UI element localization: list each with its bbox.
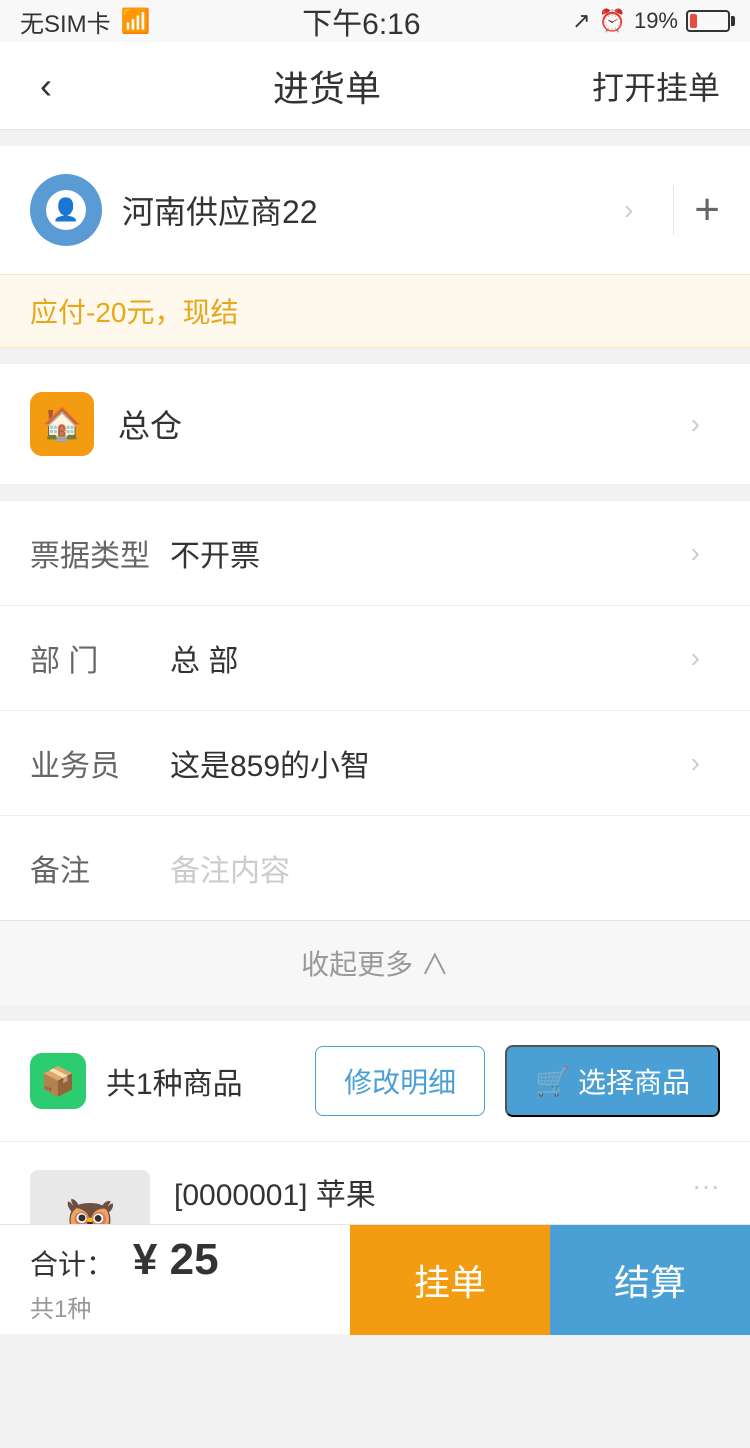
battery-percent: 19% [634, 8, 678, 34]
ticket-type-row[interactable]: 票据类型 不开票 › [0, 500, 750, 605]
warehouse-icon: 🏠 [30, 392, 94, 456]
ticket-type-chevron-icon: › [691, 537, 700, 569]
bottom-bar: 合计： ¥ 25 共1种 挂单 结算 [0, 1224, 750, 1334]
warehouse-row[interactable]: 🏠 总仓 › [0, 364, 750, 484]
status-left: 无SIM卡 📶 [20, 4, 151, 39]
avatar-inner: 👤 [46, 190, 86, 230]
salesperson-chevron-icon: › [691, 747, 700, 779]
warehouse-chevron-icon: › [691, 408, 700, 440]
supplier-chevron-icon: › [624, 194, 633, 226]
remark-row[interactable]: 备注 备注内容 [0, 815, 750, 920]
status-time: 下午6:16 [302, 0, 420, 43]
checkout-button[interactable]: 结算 [550, 1225, 750, 1335]
product-more-button[interactable]: ··· [692, 1170, 720, 1202]
gps-icon: ↗ [572, 8, 590, 34]
remark-placeholder: 备注内容 [170, 846, 720, 890]
supplier-avatar: 👤 [30, 174, 102, 246]
salesperson-row[interactable]: 业务员 这是859的小智 › [0, 710, 750, 815]
alarm-icon: ⏰ [599, 8, 626, 34]
supplier-row[interactable]: 👤 河南供应商22 › + [0, 146, 750, 274]
carrier-label: 无SIM卡 [20, 4, 111, 39]
checkout-label: 结算 [614, 1254, 686, 1306]
department-row[interactable]: 部 门 总 部 › [0, 605, 750, 710]
products-header: 📦 共1种商品 修改明细 🛒 选择商品 [0, 1021, 750, 1141]
battery-fill [690, 14, 697, 28]
product-name: [0000001] 苹果 [174, 1170, 668, 1214]
select-product-label: 选择商品 [578, 1061, 690, 1101]
supplier-section: 👤 河南供应商22 › + 应付-20元，现结 [0, 146, 750, 348]
edit-detail-button[interactable]: 修改明细 [315, 1046, 485, 1116]
collapse-bar[interactable]: 收起更多 ∧ [0, 920, 750, 1005]
select-cart-icon: 🛒 [535, 1065, 570, 1098]
wifi-icon: 📶 [121, 7, 151, 36]
form-section: 票据类型 不开票 › 部 门 总 部 › 业务员 这是859的小智 › 备注 备… [0, 500, 750, 920]
select-product-button[interactable]: 🛒 选择商品 [505, 1045, 720, 1117]
nav-bar: ‹ 进货单 打开挂单 [0, 42, 750, 130]
page-title: 进货单 [273, 60, 381, 112]
products-count: 共1种商品 [106, 1059, 295, 1103]
hold-button[interactable]: 挂单 [350, 1225, 550, 1335]
total-amount: ¥ 25 [133, 1235, 219, 1284]
warehouse-section: 🏠 总仓 › [0, 364, 750, 484]
add-supplier-button[interactable]: + [694, 188, 720, 232]
total-label: 合计： [30, 1249, 114, 1280]
remark-label: 备注 [30, 846, 170, 890]
salesperson-value: 这是859的小智 [170, 741, 691, 785]
status-right: ↗ ⏰ 19% [572, 8, 730, 34]
products-icon: 📦 [30, 1053, 86, 1109]
back-button[interactable]: ‹ [30, 55, 62, 117]
warehouse-name: 总仓 [118, 401, 691, 447]
product-title: 苹果 [316, 1179, 376, 1212]
open-hold-button[interactable]: 打开挂单 [592, 63, 720, 109]
ticket-type-label: 票据类型 [30, 531, 170, 575]
notice-text: 应付-20元，现结 [30, 297, 238, 328]
supplier-name: 河南供应商22 [122, 187, 624, 233]
status-bar: 无SIM卡 📶 下午6:16 ↗ ⏰ 19% [0, 0, 750, 42]
hold-label: 挂单 [414, 1254, 486, 1306]
department-label: 部 门 [30, 636, 170, 680]
total-section: 合计： ¥ 25 共1种 [0, 1235, 350, 1324]
salesperson-label: 业务员 [30, 741, 170, 785]
department-value: 总 部 [170, 636, 691, 680]
ticket-type-value: 不开票 [170, 531, 691, 575]
battery-icon [686, 10, 730, 32]
collapse-label: 收起更多 ∧ [301, 949, 449, 980]
divider [673, 185, 674, 235]
total-sub: 共1种 [30, 1289, 320, 1324]
notice-bar: 应付-20元，现结 [0, 274, 750, 348]
department-chevron-icon: › [691, 642, 700, 674]
product-code: [0000001] [174, 1179, 316, 1212]
